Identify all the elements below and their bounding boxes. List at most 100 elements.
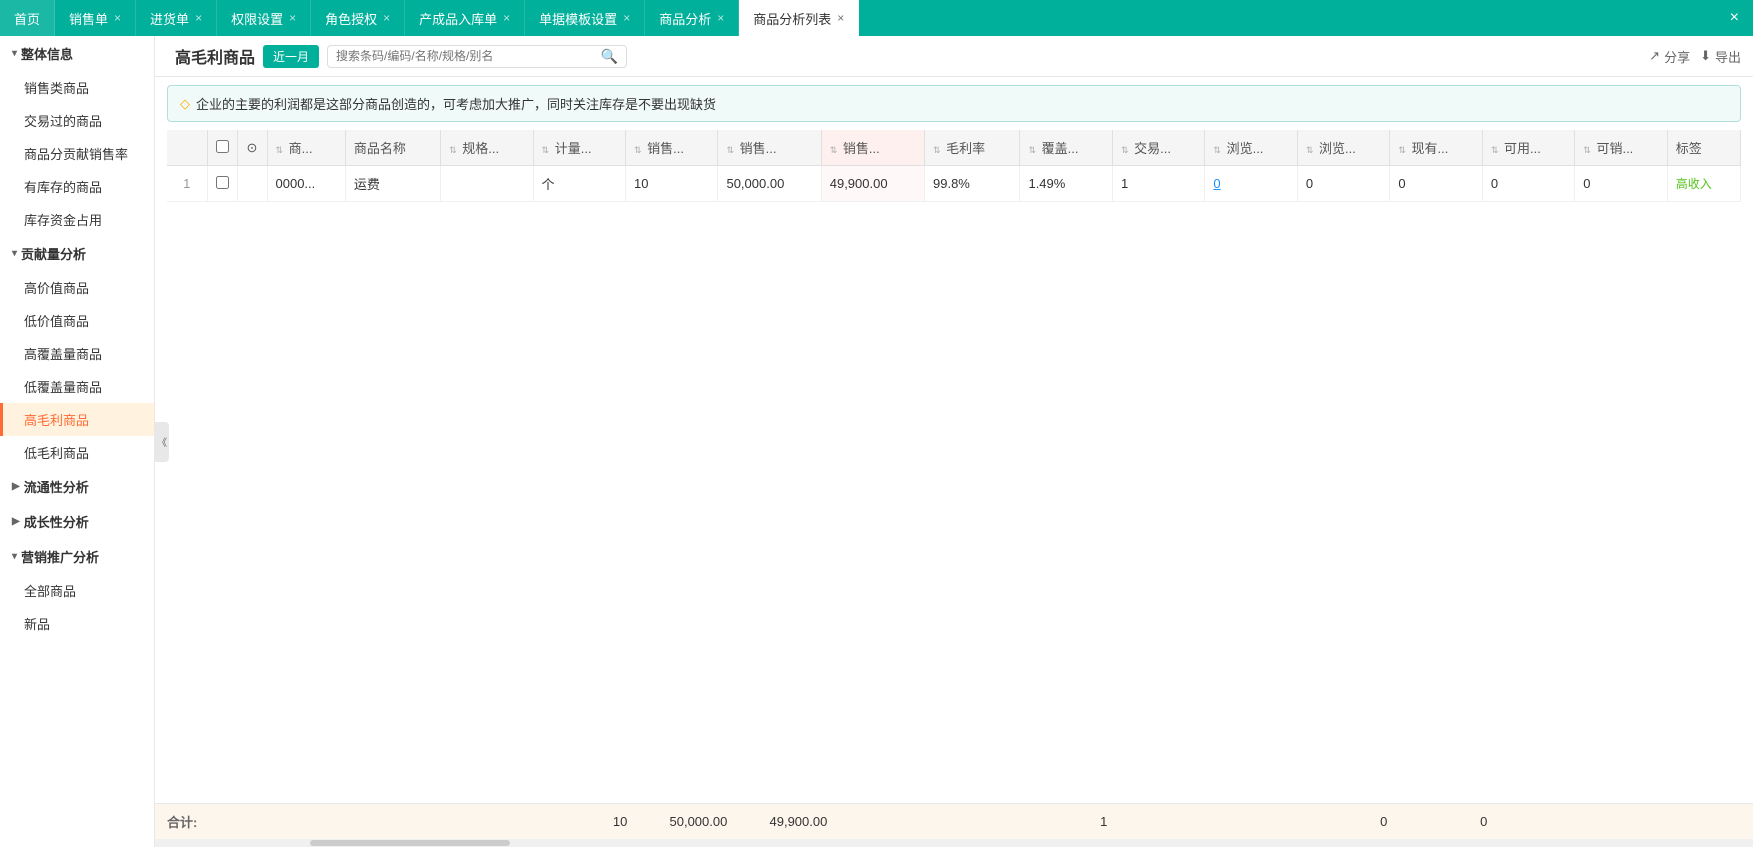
cell-sales-profit: 49,900.00 [821, 166, 924, 202]
search-box: 🔍 [327, 45, 627, 68]
action-buttons: ↗ 分享 ⬇ 导出 [1649, 47, 1741, 66]
cell-check[interactable] [207, 166, 237, 202]
nav-analysis-list[interactable]: 商品分析列表 × [739, 0, 859, 36]
sidebar-item-traded-goods[interactable]: 交易过的商品 [0, 104, 154, 137]
sidebar-item-sales-goods[interactable]: 销售类商品 [0, 71, 154, 104]
cell-sales-qty: 10 [626, 166, 718, 202]
export-button[interactable]: ⬇ 导出 [1700, 47, 1741, 66]
share-button[interactable]: ↗ 分享 [1649, 47, 1690, 66]
close-analysis-tab[interactable]: × [717, 11, 724, 25]
close-finished-tab[interactable]: × [503, 11, 510, 25]
col-margin-rate: ⇅ 毛利率 [925, 130, 1020, 166]
header-bar: 高毛利商品 近一月 🔍 ↗ 分享 ⬇ 导出 [155, 36, 1753, 77]
footer-sales-amount: 50,000.00 [667, 814, 727, 829]
close-role-tab[interactable]: × [383, 11, 390, 25]
cell-available: 0 [1482, 166, 1574, 202]
sort-icon-cov: ⇅ [1028, 145, 1036, 155]
cell-browse1[interactable]: 0 [1205, 166, 1297, 202]
sidebar-group-contribution[interactable]: ▾ 贡献量分析 [0, 236, 154, 271]
footer-current-stock: 0 [1327, 814, 1387, 829]
share-icon: ↗ [1649, 48, 1660, 64]
nav-sales[interactable]: 销售单 × [55, 0, 136, 36]
col-sales-amount: ⇅ 销售... [718, 130, 821, 166]
nav-permission[interactable]: 权限设置 × [217, 0, 311, 36]
sort-icon-av: ⇅ [1491, 145, 1499, 155]
nav-role[interactable]: 角色授权 × [311, 0, 405, 36]
nav-finished[interactable]: 产成品入库单 × [405, 0, 525, 36]
sort-icon-spec: ⇅ [449, 145, 457, 155]
sidebar-group-overall[interactable]: ▾ 整体信息 [0, 36, 154, 71]
sidebar-item-low-value[interactable]: 低价值商品 [0, 304, 154, 337]
scrollbar-thumb [310, 840, 510, 846]
close-template-tab[interactable]: × [623, 11, 630, 25]
footer-total-label: 合计: [167, 812, 197, 831]
footer-sales-profit: 49,900.00 [767, 814, 827, 829]
cell-saleable: 0 [1575, 166, 1667, 202]
sidebar-group-liquidity[interactable]: ▶ 流通性分析 [0, 469, 154, 504]
sidebar-group-growth[interactable]: ▶ 成长性分析 [0, 504, 154, 539]
footer-available: 0 [1427, 814, 1487, 829]
nav-purchase[interactable]: 进货单 × [136, 0, 217, 36]
sidebar-item-in-stock[interactable]: 有库存的商品 [0, 170, 154, 203]
col-goods-name: 商品名称 [345, 130, 440, 166]
close-purchase-tab[interactable]: × [195, 11, 202, 25]
sidebar-group-marketing[interactable]: ▾ 营销推广分析 [0, 539, 154, 574]
cell-coverage: 1.49% [1020, 166, 1112, 202]
bottom-scrollbar[interactable] [155, 839, 1753, 847]
footer-sales-qty: 10 [587, 814, 627, 829]
arrow-contribution: ▾ [12, 248, 17, 259]
sort-icon-unit: ⇅ [542, 145, 550, 155]
sidebar-item-all-goods[interactable]: 全部商品 [0, 574, 154, 607]
cell-current-stock: 0 [1390, 166, 1482, 202]
info-banner: ◇ 企业的主要的利润都是这部分商品创造的，可考虑加大推广，同时关注库存是不要出现… [167, 85, 1741, 122]
cell-margin-rate: 99.8% [925, 166, 1020, 202]
page-title: 高毛利商品 [175, 44, 255, 68]
close-permission-tab[interactable]: × [289, 11, 296, 25]
col-browse1: ⇅ 浏览... [1205, 130, 1297, 166]
sidebar-item-contribution[interactable]: 商品分贡献销售率 [0, 137, 154, 170]
nav-analysis[interactable]: 商品分析 × [645, 0, 739, 36]
col-current-stock: ⇅ 现有... [1390, 130, 1482, 166]
cell-goods-code: 0000... [267, 166, 345, 202]
info-icon: ◇ [180, 96, 190, 112]
sidebar-item-new-goods[interactable]: 新品 [0, 607, 154, 640]
select-all-checkbox[interactable] [216, 140, 229, 153]
sidebar-item-high-coverage[interactable]: 高覆盖量商品 [0, 337, 154, 370]
sort-icon: ⇅ [276, 145, 284, 155]
close-sales-tab[interactable]: × [114, 11, 121, 25]
sort-icon-margin: ⇅ [933, 145, 941, 155]
cell-trade: 1 [1112, 166, 1204, 202]
sidebar-item-high-value[interactable]: 高价值商品 [0, 271, 154, 304]
sidebar-item-stock-fund[interactable]: 库存资金占用 [0, 203, 154, 236]
window-close-button[interactable]: × [1716, 0, 1753, 36]
cell-goods-name: 运费 [345, 166, 440, 202]
nav-home[interactable]: 首页 [0, 0, 55, 36]
footer-trade: 1 [1047, 814, 1107, 829]
col-settings: ⊙ [237, 130, 267, 166]
sidebar-item-low-coverage[interactable]: 低覆盖量商品 [0, 370, 154, 403]
sidebar: ▾ 整体信息 销售类商品 交易过的商品 商品分贡献销售率 有库存的商品 库存资金… [0, 36, 155, 847]
col-index [167, 130, 207, 166]
sidebar-item-low-margin[interactable]: 低毛利商品 [0, 436, 154, 469]
sort-icon-qty: ⇅ [634, 145, 642, 155]
cell-sales-amount: 50,000.00 [718, 166, 821, 202]
period-button[interactable]: 近一月 [263, 45, 319, 68]
table-row: 1 0000... 运费 个 10 50,000.00 49,900.00 99… [167, 166, 1741, 202]
sort-icon-sl: ⇅ [1583, 145, 1591, 155]
table-container: ⊙ ⇅ 商... 商品名称 ⇅ 规格... ⇅ [155, 130, 1753, 803]
search-input[interactable] [336, 49, 597, 63]
col-check [207, 130, 237, 166]
cell-index: 1 [167, 166, 207, 202]
col-coverage: ⇅ 覆盖... [1020, 130, 1112, 166]
col-trade: ⇅ 交易... [1112, 130, 1204, 166]
cell-browse2: 0 [1297, 166, 1389, 202]
close-analysis-list-tab[interactable]: × [837, 11, 844, 25]
sort-icon-amount: ⇅ [726, 145, 734, 155]
col-sales-qty: ⇅ 销售... [626, 130, 718, 166]
sort-icon-trade: ⇅ [1121, 145, 1129, 155]
row-checkbox[interactable] [216, 176, 229, 189]
nav-template[interactable]: 单据模板设置 × [525, 0, 645, 36]
sidebar-collapse-button[interactable]: 《 [155, 422, 169, 462]
sidebar-item-high-margin[interactable]: 高毛利商品 [0, 403, 154, 436]
sort-icon-profit: ⇅ [830, 145, 838, 155]
